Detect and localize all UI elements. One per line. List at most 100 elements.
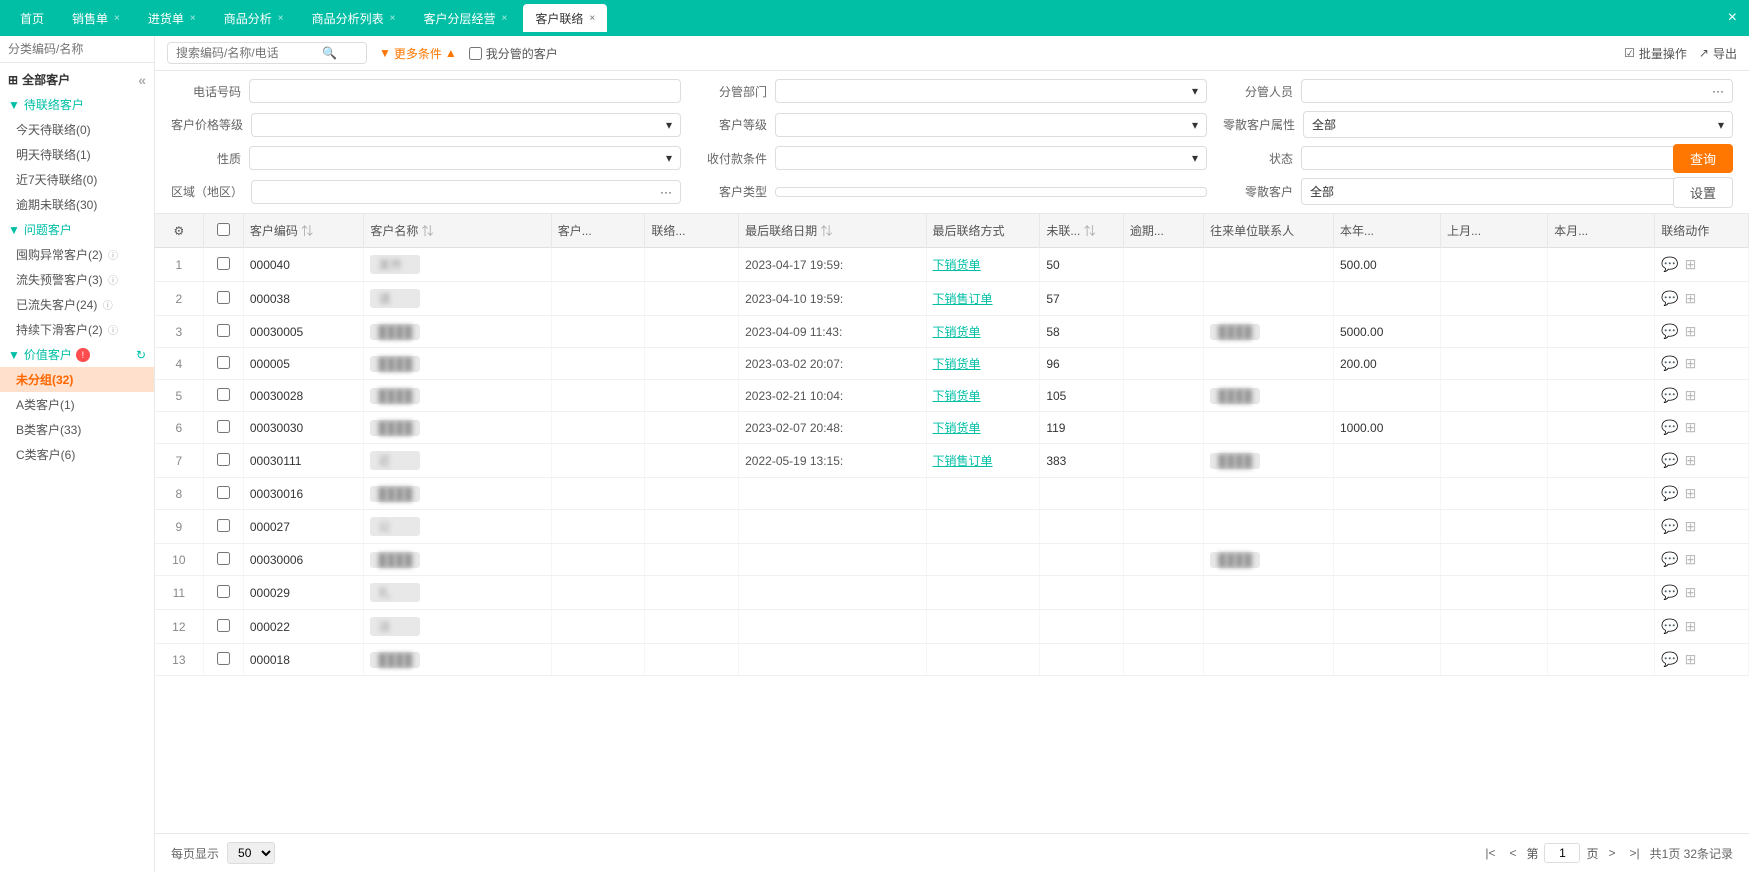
tab-analysis-list-close[interactable]: × <box>390 13 396 24</box>
action-chat-icon[interactable]: 💬 <box>1661 551 1678 568</box>
sidebar-item-class-a[interactable]: A类客户(1) <box>0 392 154 417</box>
action-grid-icon[interactable]: ⊞ <box>1685 584 1697 601</box>
th-code[interactable]: 客户编码 ⇅ <box>243 214 363 248</box>
sidebar-item-7days[interactable]: 近7天待联络(0) <box>0 167 154 192</box>
close-all-tabs[interactable]: × <box>1724 5 1741 31</box>
sidebar-item-tomorrow[interactable]: 明天待联络(1) <box>0 142 154 167</box>
th-thisyear[interactable]: 本年... <box>1333 214 1440 248</box>
row-checkbox[interactable] <box>217 257 230 270</box>
th-overdue[interactable]: 逾期... <box>1123 214 1203 248</box>
row-checkbox[interactable] <box>217 420 230 433</box>
row-checkbox[interactable] <box>217 585 230 598</box>
cell-method[interactable] <box>926 544 1040 576</box>
row-checkbox[interactable] <box>217 519 230 532</box>
action-grid-icon[interactable]: ⊞ <box>1685 485 1697 502</box>
sidebar-item-churn-warning[interactable]: 流失预警客户(3) ⓘ <box>0 267 154 292</box>
action-chat-icon[interactable]: 💬 <box>1661 419 1678 436</box>
cell-check[interactable] <box>203 444 243 478</box>
tab-sales[interactable]: 销售单 × <box>60 4 132 32</box>
tab-customer-mgmt-close[interactable]: × <box>501 13 507 24</box>
level-select[interactable]: ▾ <box>775 113 1207 137</box>
select-all-checkbox[interactable] <box>217 223 230 236</box>
cell-check[interactable] <box>203 316 243 348</box>
cell-check[interactable] <box>203 644 243 676</box>
cell-method[interactable] <box>926 510 1040 544</box>
th-liaison[interactable]: 往来单位联系人 <box>1204 214 1334 248</box>
cell-method[interactable]: 下销货单 <box>926 248 1040 282</box>
action-chat-icon[interactable]: 💬 <box>1661 355 1678 372</box>
cell-method[interactable] <box>926 576 1040 610</box>
row-checkbox[interactable] <box>217 324 230 337</box>
query-button[interactable]: 查询 <box>1673 144 1733 173</box>
th-contact[interactable]: 联络... <box>645 214 739 248</box>
per-page-select[interactable]: 50 <box>227 842 275 864</box>
tab-customer-mgmt[interactable]: 客户分层经营 × <box>411 4 519 32</box>
sidebar-all-customers-header[interactable]: ⊞ 全部客户 « <box>0 63 154 92</box>
sidebar-item-today[interactable]: 今天待联络(0) <box>0 117 154 142</box>
tab-home[interactable]: 首页 <box>8 4 56 32</box>
cell-check[interactable] <box>203 544 243 576</box>
search-input[interactable] <box>176 46 316 60</box>
refresh-icon[interactable]: ↻ <box>136 348 146 362</box>
batch-ops-btn[interactable]: ☑ 批量操作 <box>1624 45 1687 62</box>
action-chat-icon[interactable]: 💬 <box>1661 584 1678 601</box>
action-grid-icon[interactable]: ⊞ <box>1685 618 1697 635</box>
tab-customer-contact-close[interactable]: × <box>589 13 595 24</box>
export-btn[interactable]: ↗ 导出 <box>1699 45 1737 62</box>
th-name[interactable]: 客户名称 ⇅ <box>364 214 551 248</box>
section-problem-customers[interactable]: ▼ 问题客户 <box>0 217 154 242</box>
more-conditions-btn[interactable]: ▼ 更多条件 ▲ <box>379 45 457 62</box>
cell-method[interactable]: 下销货单 <box>926 412 1040 444</box>
cell-check[interactable] <box>203 282 243 316</box>
action-chat-icon[interactable]: 💬 <box>1661 256 1678 273</box>
settings-icon[interactable]: ⚙ <box>173 224 184 238</box>
phone-input[interactable] <box>249 79 681 103</box>
tab-sales-close[interactable]: × <box>114 13 120 24</box>
sidebar-item-class-b[interactable]: B类客户(33) <box>0 417 154 442</box>
cell-method[interactable]: 下销货单 <box>926 316 1040 348</box>
sidebar-item-hoarding[interactable]: 囤购异常客户(2) ⓘ <box>0 242 154 267</box>
page-input[interactable] <box>1544 843 1580 863</box>
action-chat-icon[interactable]: 💬 <box>1661 290 1678 307</box>
cell-method[interactable]: 下销货单 <box>926 380 1040 412</box>
action-chat-icon[interactable]: 💬 <box>1661 323 1678 340</box>
action-chat-icon[interactable]: 💬 <box>1661 485 1678 502</box>
retail-attr-select[interactable]: 全部 ▾ <box>1303 111 1733 138</box>
action-chat-icon[interactable]: 💬 <box>1661 518 1678 535</box>
reset-button[interactable]: 设置 <box>1673 177 1733 208</box>
section-pending-contact[interactable]: ▼ 待联络客户 <box>0 92 154 117</box>
action-grid-icon[interactable]: ⊞ <box>1685 518 1697 535</box>
cell-method[interactable] <box>926 644 1040 676</box>
action-grid-icon[interactable]: ⊞ <box>1685 651 1697 668</box>
tab-analysis[interactable]: 商品分析 × <box>212 4 296 32</box>
action-grid-icon[interactable]: ⊞ <box>1685 355 1697 372</box>
row-checkbox[interactable] <box>217 652 230 665</box>
my-customers-check[interactable] <box>469 47 482 60</box>
my-customers-checkbox[interactable]: 我分管的客户 <box>469 45 558 62</box>
tab-customer-contact[interactable]: 客户联络 × <box>523 4 607 32</box>
action-grid-icon[interactable]: ⊞ <box>1685 323 1697 340</box>
row-checkbox[interactable] <box>217 552 230 565</box>
cell-check[interactable] <box>203 248 243 282</box>
last-page-btn[interactable]: >| <box>1626 844 1644 862</box>
cell-check[interactable] <box>203 510 243 544</box>
sidebar-search-input[interactable] <box>8 42 155 56</box>
first-page-btn[interactable]: |< <box>1481 844 1499 862</box>
action-chat-icon[interactable]: 💬 <box>1661 387 1678 404</box>
section-value-customers[interactable]: ▼ 价值客户 ! ↻ <box>0 342 154 367</box>
row-checkbox[interactable] <box>217 486 230 499</box>
th-thismonth[interactable]: 本月... <box>1548 214 1655 248</box>
action-chat-icon[interactable]: 💬 <box>1661 618 1678 635</box>
cell-check[interactable] <box>203 478 243 510</box>
th-uncontact[interactable]: 未联... ⇅ <box>1040 214 1123 248</box>
action-grid-icon[interactable]: ⊞ <box>1685 387 1697 404</box>
action-chat-icon[interactable]: 💬 <box>1661 452 1678 469</box>
person-select[interactable]: ··· <box>1301 79 1733 103</box>
tab-analysis-close[interactable]: × <box>278 13 284 24</box>
next-page-btn[interactable]: > <box>1605 844 1620 862</box>
dept-select[interactable]: ▾ <box>775 79 1207 103</box>
th-type[interactable]: 客户... <box>551 214 645 248</box>
cell-method[interactable]: 下销售订单 <box>926 282 1040 316</box>
th-method[interactable]: 最后联络方式 <box>926 214 1040 248</box>
sidebar-item-overdue[interactable]: 逾期未联络(30) <box>0 192 154 217</box>
